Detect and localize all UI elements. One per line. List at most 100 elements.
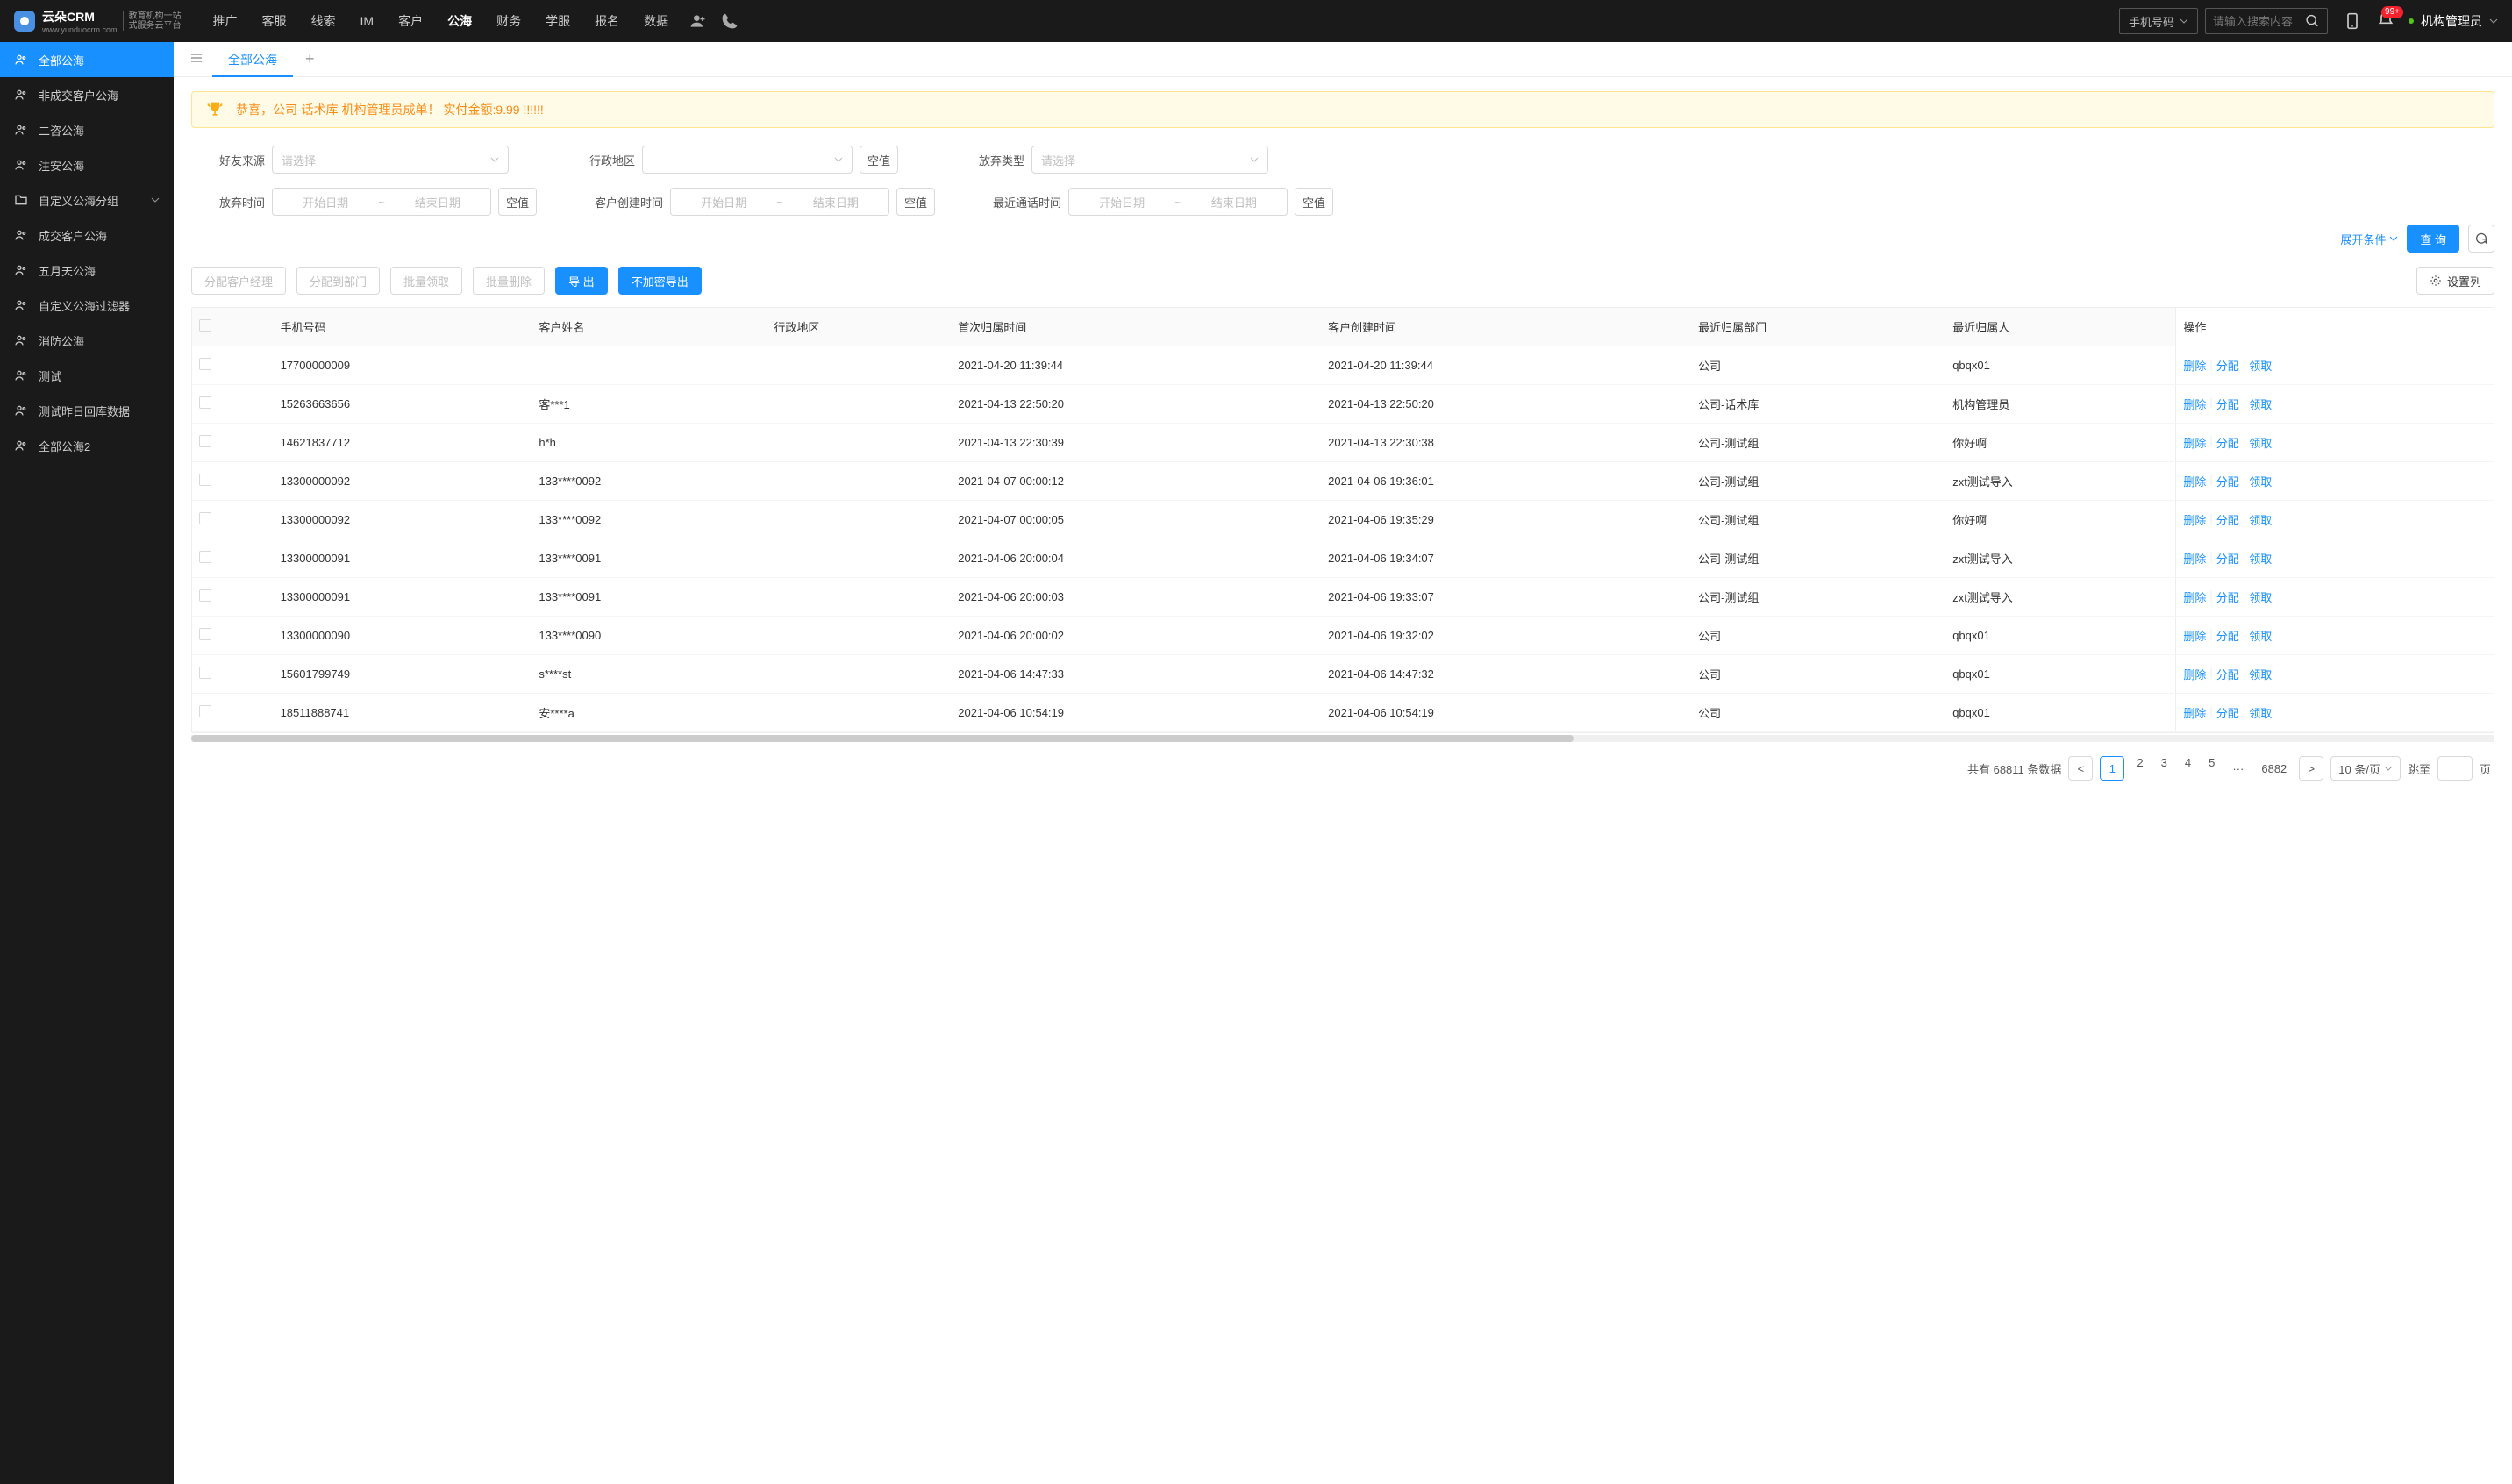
select-region[interactable] (642, 146, 853, 174)
assign-link[interactable]: 分配 (2216, 511, 2239, 528)
select-all-checkbox[interactable] (199, 319, 211, 332)
delete-link[interactable]: 删除 (2183, 511, 2206, 528)
row-checkbox[interactable] (199, 474, 211, 486)
assign-link[interactable]: 分配 (2216, 589, 2239, 605)
topmenu-item-9[interactable]: 数据 (633, 0, 679, 42)
page-ellipsis[interactable]: ··· (2227, 762, 2249, 775)
sidebar-item-9[interactable]: 测试 (0, 358, 174, 393)
topmenu-item-0[interactable]: 推广 (203, 0, 248, 42)
assign-link[interactable]: 分配 (2216, 666, 2239, 682)
region-null-button[interactable]: 空值 (860, 146, 898, 174)
select-abandon-type[interactable]: 请选择 (1031, 146, 1268, 174)
delete-link[interactable]: 删除 (2183, 627, 2206, 644)
sidebar-item-10[interactable]: 测试昨日回库数据 (0, 393, 174, 428)
phone-icon[interactable] (721, 12, 739, 30)
row-checkbox[interactable] (199, 667, 211, 679)
assign-link[interactable]: 分配 (2216, 434, 2239, 451)
search-input[interactable] (2213, 15, 2305, 28)
claim-link[interactable]: 领取 (2249, 473, 2272, 489)
topmenu-item-5[interactable]: 公海 (437, 0, 482, 42)
jump-input[interactable] (2437, 756, 2473, 781)
sidebar-item-7[interactable]: 自定义公海过滤器 (0, 288, 174, 323)
range-last-call[interactable]: 开始日期~结束日期 (1068, 188, 1288, 216)
range-create-time[interactable]: 开始日期~结束日期 (670, 188, 889, 216)
delete-link[interactable]: 删除 (2183, 589, 2206, 605)
refresh-button[interactable] (2468, 225, 2494, 253)
search-icon[interactable] (2305, 12, 2320, 30)
claim-link[interactable]: 领取 (2249, 511, 2272, 528)
page-3[interactable]: 3 (2156, 756, 2173, 781)
topmenu-item-3[interactable]: IM (350, 0, 385, 42)
row-checkbox[interactable] (199, 628, 211, 640)
assign-dept-button[interactable]: 分配到部门 (296, 267, 380, 295)
last-call-null-button[interactable]: 空值 (1295, 188, 1333, 216)
claim-link[interactable]: 领取 (2249, 357, 2272, 374)
per-page-select[interactable]: 10 条/页 (2330, 756, 2401, 781)
page-1[interactable]: 1 (2100, 756, 2124, 781)
expand-filters-link[interactable]: 展开条件 (2340, 231, 2398, 247)
sidebar-item-1[interactable]: 非成交客户公海 (0, 77, 174, 112)
assign-link[interactable]: 分配 (2216, 473, 2239, 489)
row-checkbox[interactable] (199, 435, 211, 447)
row-checkbox[interactable] (199, 396, 211, 409)
prev-page[interactable]: < (2068, 756, 2093, 781)
search-type-select[interactable]: 手机号码 (2119, 8, 2198, 34)
claim-link[interactable]: 领取 (2249, 666, 2272, 682)
create-time-null-button[interactable]: 空值 (896, 188, 935, 216)
sidebar-item-2[interactable]: 二咨公海 (0, 112, 174, 147)
sidebar-item-8[interactable]: 消防公海 (0, 323, 174, 358)
topmenu-item-6[interactable]: 财务 (486, 0, 532, 42)
delete-link[interactable]: 删除 (2183, 666, 2206, 682)
tab-all-pool[interactable]: 全部公海 (212, 42, 293, 77)
topmenu-item-1[interactable]: 客服 (252, 0, 297, 42)
delete-link[interactable]: 删除 (2183, 434, 2206, 451)
claim-link[interactable]: 领取 (2249, 627, 2272, 644)
row-checkbox[interactable] (199, 512, 211, 524)
assign-link[interactable]: 分配 (2216, 550, 2239, 567)
claim-link[interactable]: 领取 (2249, 434, 2272, 451)
row-checkbox[interactable] (199, 358, 211, 370)
assign-link[interactable]: 分配 (2216, 627, 2239, 644)
sidebar-item-4[interactable]: 自定义公海分组 (0, 182, 174, 218)
delete-link[interactable]: 删除 (2183, 357, 2206, 374)
tab-add[interactable]: + (293, 50, 327, 68)
range-abandon-time[interactable]: 开始日期~结束日期 (272, 188, 491, 216)
next-page[interactable]: > (2299, 756, 2323, 781)
sidebar-item-0[interactable]: 全部公海 (0, 42, 174, 77)
sidebar-item-5[interactable]: 成交客户公海 (0, 218, 174, 253)
horizontal-scrollbar[interactable] (191, 735, 2494, 742)
device-icon[interactable] (2344, 12, 2361, 30)
topmenu-item-7[interactable]: 学服 (535, 0, 581, 42)
page-2[interactable]: 2 (2131, 756, 2148, 781)
plain-export-button[interactable]: 不加密导出 (618, 267, 702, 295)
topmenu-item-8[interactable]: 报名 (584, 0, 630, 42)
claim-link[interactable]: 领取 (2249, 704, 2272, 721)
page-5[interactable]: 5 (2203, 756, 2220, 781)
page-4[interactable]: 4 (2180, 756, 2196, 781)
batch-claim-button[interactable]: 批量领取 (390, 267, 462, 295)
user-menu[interactable]: 机构管理员 (2409, 12, 2498, 30)
select-source[interactable]: 请选择 (272, 146, 509, 174)
claim-link[interactable]: 领取 (2249, 589, 2272, 605)
delete-link[interactable]: 删除 (2183, 396, 2206, 412)
claim-link[interactable]: 领取 (2249, 396, 2272, 412)
topmenu-item-2[interactable]: 线索 (301, 0, 346, 42)
assign-link[interactable]: 分配 (2216, 357, 2239, 374)
row-checkbox[interactable] (199, 589, 211, 602)
sidebar-item-11[interactable]: 全部公海2 (0, 428, 174, 463)
row-checkbox[interactable] (199, 551, 211, 563)
delete-link[interactable]: 删除 (2183, 704, 2206, 721)
delete-link[interactable]: 删除 (2183, 473, 2206, 489)
topmenu-item-4[interactable]: 客户 (388, 0, 433, 42)
assign-manager-button[interactable]: 分配客户经理 (191, 267, 286, 295)
export-button[interactable]: 导 出 (555, 267, 608, 295)
columns-button[interactable]: 设置列 (2416, 267, 2494, 295)
query-button[interactable]: 查 询 (2407, 225, 2459, 253)
assign-link[interactable]: 分配 (2216, 704, 2239, 721)
sidebar-item-3[interactable]: 注安公海 (0, 147, 174, 182)
batch-delete-button[interactable]: 批量删除 (473, 267, 545, 295)
tab-list-toggle[interactable] (181, 51, 212, 68)
last-page[interactable]: 6882 (2256, 762, 2292, 775)
add-user-icon[interactable] (689, 12, 707, 30)
row-checkbox[interactable] (199, 705, 211, 717)
